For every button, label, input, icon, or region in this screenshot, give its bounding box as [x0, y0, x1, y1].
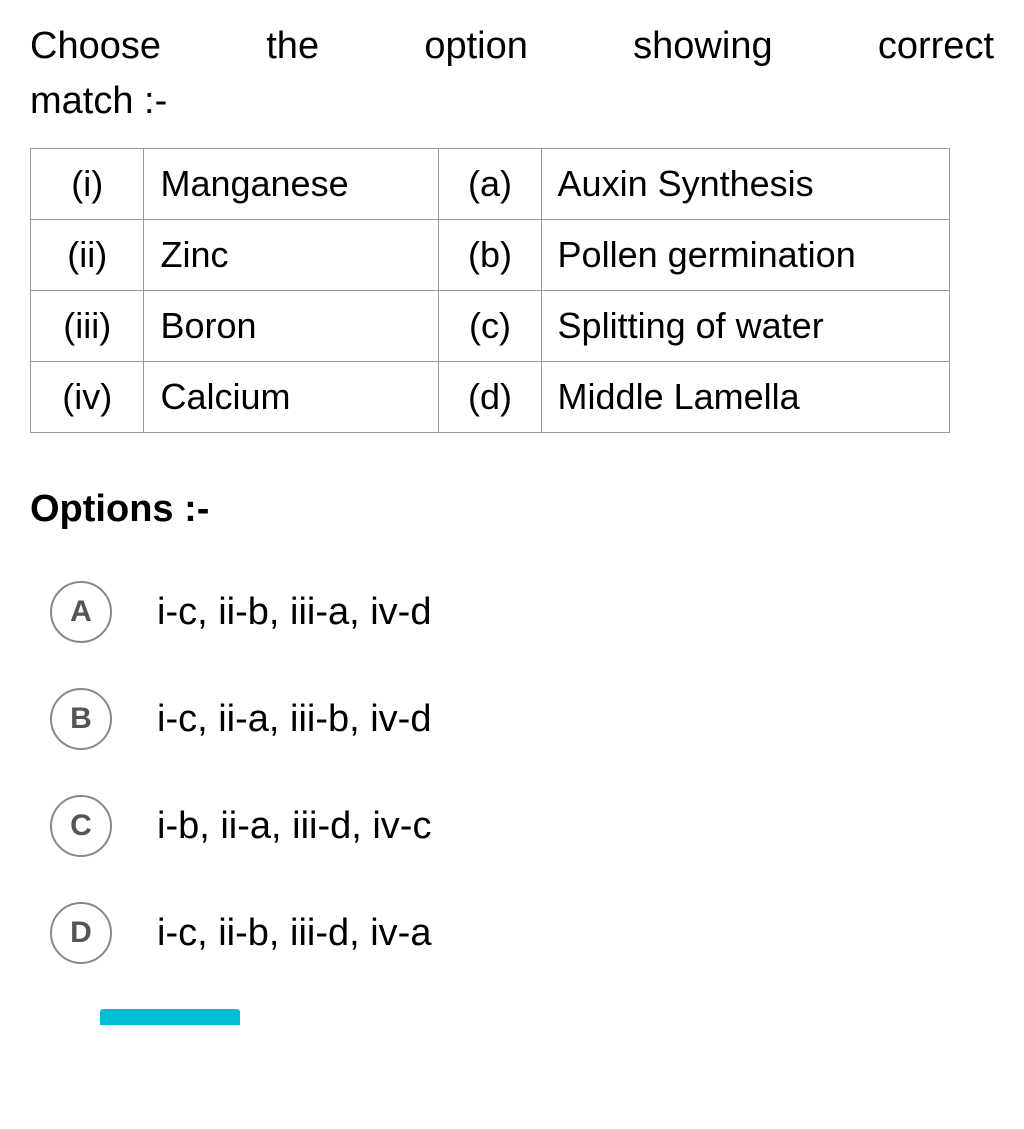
progress-indicator	[100, 1009, 240, 1025]
row-label: Zinc	[144, 220, 439, 291]
option-c[interactable]: C i-b, ii-a, iii-d, iv-c	[30, 795, 994, 857]
row-num: (iv)	[31, 362, 144, 433]
row-desc: Pollen germination	[541, 220, 949, 291]
option-text: i-c, ii-a, iii-b, iv-d	[157, 698, 431, 741]
match-table: (i) Manganese (a) Auxin Synthesis (ii) Z…	[30, 148, 950, 433]
options-heading: Options :-	[30, 488, 994, 531]
row-label: Boron	[144, 291, 439, 362]
row-letter: (d)	[439, 362, 541, 433]
table-row: (iv) Calcium (d) Middle Lamella	[31, 362, 950, 433]
row-desc: Auxin Synthesis	[541, 149, 949, 220]
option-text: i-c, ii-b, iii-d, iv-a	[157, 912, 431, 955]
row-desc: Splitting of water	[541, 291, 949, 362]
row-num: (i)	[31, 149, 144, 220]
option-d[interactable]: D i-c, ii-b, iii-d, iv-a	[30, 902, 994, 964]
option-letter-b: B	[50, 688, 112, 750]
option-text: i-b, ii-a, iii-d, iv-c	[157, 805, 431, 848]
row-label: Manganese	[144, 149, 439, 220]
row-num: (iii)	[31, 291, 144, 362]
table-row: (iii) Boron (c) Splitting of water	[31, 291, 950, 362]
table-row: (ii) Zinc (b) Pollen germination	[31, 220, 950, 291]
option-letter-d: D	[50, 902, 112, 964]
row-num: (ii)	[31, 220, 144, 291]
row-label: Calcium	[144, 362, 439, 433]
table-row: (i) Manganese (a) Auxin Synthesis	[31, 149, 950, 220]
question-line2: match :-	[30, 75, 994, 128]
row-letter: (c)	[439, 291, 541, 362]
option-letter-a: A	[50, 581, 112, 643]
option-b[interactable]: B i-c, ii-a, iii-b, iv-d	[30, 688, 994, 750]
option-text: i-c, ii-b, iii-a, iv-d	[157, 591, 431, 634]
row-desc: Middle Lamella	[541, 362, 949, 433]
question-line1: Choose the option showing correct	[30, 20, 994, 73]
option-letter-c: C	[50, 795, 112, 857]
option-a[interactable]: A i-c, ii-b, iii-a, iv-d	[30, 581, 994, 643]
row-letter: (a)	[439, 149, 541, 220]
row-letter: (b)	[439, 220, 541, 291]
